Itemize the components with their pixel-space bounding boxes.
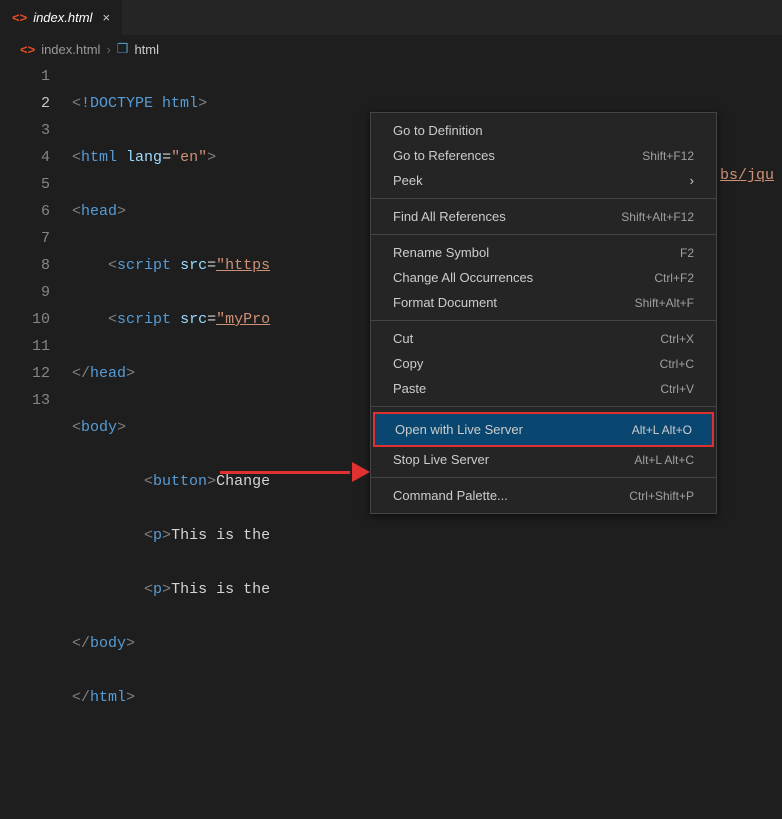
chevron-right-icon: ›: [690, 173, 694, 188]
menu-paste[interactable]: PasteCtrl+V: [371, 376, 716, 401]
html-file-icon: <>: [20, 42, 35, 57]
tab-label: index.html: [33, 10, 92, 25]
menu-peek[interactable]: Peek›: [371, 168, 716, 193]
breadcrumb[interactable]: <> index.html › ❒ html: [0, 35, 782, 63]
menu-command-palette[interactable]: Command Palette...Ctrl+Shift+P: [371, 483, 716, 508]
breadcrumb-file: index.html: [41, 42, 100, 57]
annotation-arrow: [220, 462, 370, 482]
menu-separator: [371, 198, 716, 199]
menu-open-with-live-server[interactable]: Open with Live ServerAlt+L Alt+O: [373, 412, 714, 447]
menu-change-all-occurrences[interactable]: Change All OccurrencesCtrl+F2: [371, 265, 716, 290]
menu-separator: [371, 406, 716, 407]
menu-find-all-references[interactable]: Find All ReferencesShift+Alt+F12: [371, 204, 716, 229]
html-file-icon: <>: [12, 10, 27, 25]
breadcrumb-element: html: [134, 42, 159, 57]
menu-cut[interactable]: CutCtrl+X: [371, 326, 716, 351]
tab-index-html[interactable]: <> index.html ×: [0, 0, 123, 35]
menu-separator: [371, 477, 716, 478]
menu-stop-live-server[interactable]: Stop Live ServerAlt+L Alt+C: [371, 447, 716, 472]
tab-bar: <> index.html ×: [0, 0, 782, 35]
close-icon[interactable]: ×: [102, 10, 110, 25]
cube-icon: ❒: [117, 41, 129, 57]
menu-separator: [371, 234, 716, 235]
chevron-right-icon: ›: [106, 42, 110, 57]
menu-format-document[interactable]: Format DocumentShift+Alt+F: [371, 290, 716, 315]
line-gutter: 1 2 3 4 5 6 7 8 9 10 11 12 13: [0, 63, 72, 819]
menu-separator: [371, 320, 716, 321]
menu-copy[interactable]: CopyCtrl+C: [371, 351, 716, 376]
url-fragment: bs/jqu: [720, 167, 774, 184]
menu-go-to-definition[interactable]: Go to Definition: [371, 118, 716, 143]
menu-rename-symbol[interactable]: Rename SymbolF2: [371, 240, 716, 265]
menu-go-to-references[interactable]: Go to ReferencesShift+F12: [371, 143, 716, 168]
context-menu: Go to Definition Go to ReferencesShift+F…: [370, 112, 717, 514]
